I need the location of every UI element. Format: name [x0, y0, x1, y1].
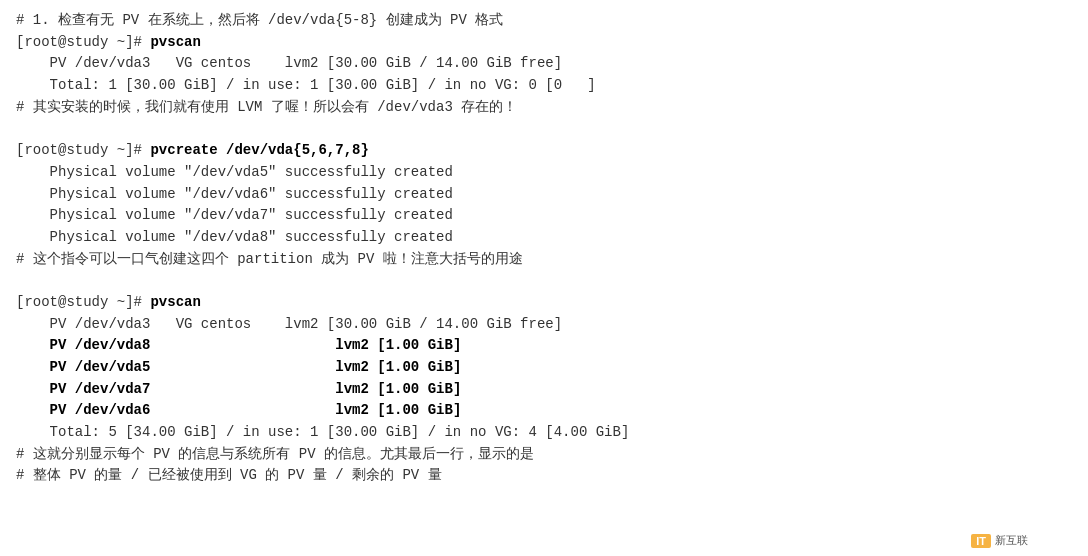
cmd-pvscan-1: pvscan — [150, 34, 200, 50]
watermark-text: 新互联 — [995, 533, 1028, 548]
line-8: Physical volume "/dev/vda5" successfully… — [16, 162, 1072, 184]
line-19: PV /dev/vda6 lvm2 [1.00 GiB] — [16, 400, 1072, 422]
empty-line-2 — [16, 270, 1072, 292]
line-4: Total: 1 [30.00 GiB] / in use: 1 [30.00 … — [16, 75, 1072, 97]
terminal-window: # 1. 检查有无 PV 在系统上，然后将 /dev/vda{5-8} 创建成为… — [0, 0, 1088, 556]
line-15: PV /dev/vda3 VG centos lvm2 [30.00 GiB /… — [16, 314, 1072, 336]
line-18: PV /dev/vda7 lvm2 [1.00 GiB] — [16, 379, 1072, 401]
watermark-box: IT — [971, 534, 991, 548]
prompt-3: [root@study ~]# — [16, 294, 150, 310]
cmd-pvscan-2: pvscan — [150, 294, 200, 310]
line-14: [root@study ~]# pvscan — [16, 292, 1072, 314]
line-1: # 1. 检查有无 PV 在系统上，然后将 /dev/vda{5-8} 创建成为… — [16, 10, 1072, 32]
line-11: Physical volume "/dev/vda8" successfully… — [16, 227, 1072, 249]
line-9: Physical volume "/dev/vda6" successfully… — [16, 184, 1072, 206]
empty-line-1 — [16, 118, 1072, 140]
prompt-1: [root@study ~]# — [16, 34, 150, 50]
watermark: IT 新互联 — [971, 533, 1028, 548]
line-12: # 这个指令可以一口气创建这四个 partition 成为 PV 啦！注意大括号… — [16, 249, 1072, 271]
cmd-pvcreate: pvcreate /dev/vda{5,6,7,8} — [150, 142, 368, 158]
line-3: PV /dev/vda3 VG centos lvm2 [30.00 GiB /… — [16, 53, 1072, 75]
line-16: PV /dev/vda8 lvm2 [1.00 GiB] — [16, 335, 1072, 357]
line-2: [root@study ~]# pvscan — [16, 32, 1072, 54]
line-22: # 整体 PV 的量 / 已经被使用到 VG 的 PV 量 / 剩余的 PV 量 — [16, 465, 1072, 487]
line-17: PV /dev/vda5 lvm2 [1.00 GiB] — [16, 357, 1072, 379]
line-7: [root@study ~]# pvcreate /dev/vda{5,6,7,… — [16, 140, 1072, 162]
line-21: # 这就分别显示每个 PV 的信息与系统所有 PV 的信息。尤其最后一行，显示的… — [16, 444, 1072, 466]
line-5: # 其实安装的时候，我们就有使用 LVM 了喔！所以会有 /dev/vda3 存… — [16, 97, 1072, 119]
line-20: Total: 5 [34.00 GiB] / in use: 1 [30.00 … — [16, 422, 1072, 444]
prompt-2: [root@study ~]# — [16, 142, 150, 158]
line-10: Physical volume "/dev/vda7" successfully… — [16, 205, 1072, 227]
